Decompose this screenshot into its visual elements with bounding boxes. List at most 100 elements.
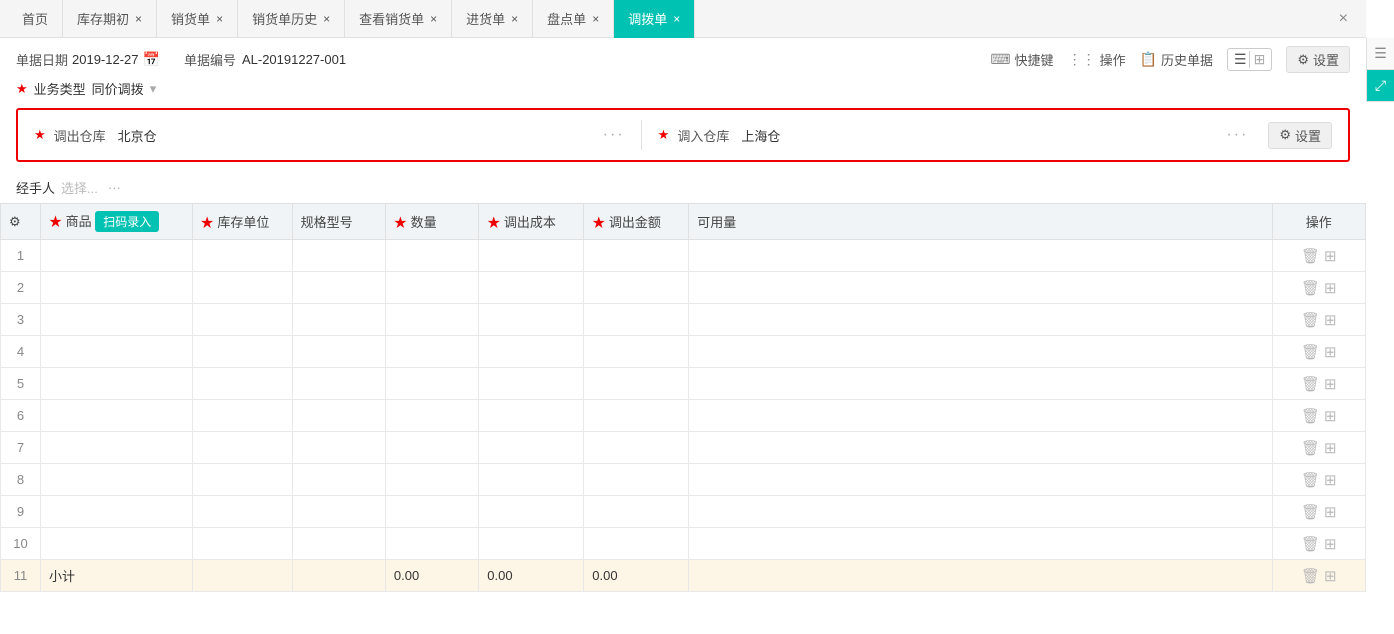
row-product-8[interactable] (41, 464, 193, 496)
row-qty-1[interactable] (385, 240, 478, 272)
copy-icon-3[interactable]: ⊞ (1324, 312, 1337, 329)
row-qty-11[interactable]: 0.00 (385, 560, 478, 592)
tab-sales-history[interactable]: 销货单历史 × (238, 0, 345, 38)
row-amount-1[interactable] (584, 240, 689, 272)
out-warehouse-more-btn[interactable]: ··· (603, 126, 625, 144)
row-cost-10[interactable] (479, 528, 584, 560)
copy-icon-8[interactable]: ⊞ (1324, 472, 1337, 489)
copy-icon-7[interactable]: ⊞ (1324, 440, 1337, 457)
row-product-1[interactable] (41, 240, 193, 272)
operations-btn[interactable]: ⋮⋮ 操作 (1068, 50, 1126, 69)
col-gear[interactable]: ⚙ (1, 204, 41, 240)
copy-icon-9[interactable]: ⊞ (1324, 504, 1337, 521)
tab-close-inventory[interactable]: × (592, 12, 599, 26)
row-product-6[interactable] (41, 400, 193, 432)
row-cost-8[interactable] (479, 464, 584, 496)
tab-purchase[interactable]: 进货单 × (452, 0, 533, 38)
copy-icon-10[interactable]: ⊞ (1324, 536, 1337, 553)
calendar-icon[interactable]: 📅 (143, 51, 160, 68)
row-product-3[interactable] (41, 304, 193, 336)
row-qty-7[interactable] (385, 432, 478, 464)
row-qty-3[interactable] (385, 304, 478, 336)
in-warehouse-more-btn[interactable]: ··· (1226, 126, 1248, 144)
delete-icon-11[interactable]: 🗑 (1301, 568, 1320, 585)
row-amount-10[interactable] (584, 528, 689, 560)
row-amount-2[interactable] (584, 272, 689, 304)
row-amount-8[interactable] (584, 464, 689, 496)
tab-close-sales-history[interactable]: × (323, 12, 330, 26)
row-cost-6[interactable] (479, 400, 584, 432)
tab-bar-close[interactable]: × (1329, 10, 1358, 28)
sidebar-expand-icon[interactable]: ⤢ (1367, 70, 1394, 102)
row-qty-9[interactable] (385, 496, 478, 528)
copy-icon-11[interactable]: ⊞ (1324, 568, 1337, 585)
delete-icon-6[interactable]: 🗑 (1301, 408, 1320, 425)
tab-close-sales-order[interactable]: × (216, 12, 223, 26)
copy-icon-4[interactable]: ⊞ (1324, 344, 1337, 361)
delete-icon-3[interactable]: 🗑 (1301, 312, 1320, 329)
sidebar-list-icon[interactable]: ☰ (1367, 38, 1394, 70)
delete-icon-10[interactable]: 🗑 (1301, 536, 1320, 553)
row-cost-4[interactable] (479, 336, 584, 368)
tab-close-purchase[interactable]: × (511, 12, 518, 26)
layout-toggle[interactable]: ☰ ⊞ (1227, 48, 1272, 71)
row-product-4[interactable] (41, 336, 193, 368)
row-cost-9[interactable] (479, 496, 584, 528)
delete-icon-2[interactable]: 🗑 (1301, 280, 1320, 297)
biz-select[interactable]: 同价调拨 ▾ (92, 79, 157, 98)
row-cost-3[interactable] (479, 304, 584, 336)
tab-sales-order[interactable]: 销货单 × (157, 0, 238, 38)
row-product-9[interactable] (41, 496, 193, 528)
row-product-11[interactable]: 小计 (41, 560, 193, 592)
history-btn[interactable]: 📋 历史单据 (1140, 50, 1213, 69)
shortcuts-btn[interactable]: ⌨ 快捷键 (990, 50, 1053, 69)
row-amount-5[interactable] (584, 368, 689, 400)
row-product-10[interactable] (41, 528, 193, 560)
row-amount-9[interactable] (584, 496, 689, 528)
tab-home[interactable]: 首页 (8, 0, 63, 38)
row-amount-4[interactable] (584, 336, 689, 368)
delete-icon-5[interactable]: 🗑 (1301, 376, 1320, 393)
warehouse-settings-btn[interactable]: ⚙ 设置 (1268, 122, 1332, 149)
row-qty-5[interactable] (385, 368, 478, 400)
row-cost-7[interactable] (479, 432, 584, 464)
copy-icon-2[interactable]: ⊞ (1324, 280, 1337, 297)
row-product-2[interactable] (41, 272, 193, 304)
row-cost-11[interactable]: 0.00 (479, 560, 584, 592)
delete-icon-9[interactable]: 🗑 (1301, 504, 1320, 521)
delete-icon-7[interactable]: 🗑 (1301, 440, 1320, 457)
copy-icon-1[interactable]: ⊞ (1324, 248, 1337, 265)
row-qty-10[interactable] (385, 528, 478, 560)
row-product-5[interactable] (41, 368, 193, 400)
row-cost-5[interactable] (479, 368, 584, 400)
tab-inventory-init[interactable]: 库存期初 × (63, 0, 157, 38)
row-amount-7[interactable] (584, 432, 689, 464)
copy-icon-5[interactable]: ⊞ (1324, 376, 1337, 393)
handler-input[interactable]: 选择... (61, 178, 98, 197)
tab-transfer[interactable]: 调拨单 × (614, 0, 695, 38)
tab-close-inventory-init[interactable]: × (135, 12, 142, 26)
tab-close-transfer[interactable]: × (673, 12, 680, 26)
tab-close-check-sales[interactable]: × (430, 12, 437, 26)
settings-btn[interactable]: ⚙ 设置 (1286, 46, 1350, 73)
row-qty-4[interactable] (385, 336, 478, 368)
row-cost-2[interactable] (479, 272, 584, 304)
delete-icon-1[interactable]: 🗑 (1301, 248, 1320, 265)
copy-icon-6[interactable]: ⊞ (1324, 408, 1337, 425)
scan-btn[interactable]: 扫码录入 (95, 211, 159, 232)
tab-inventory[interactable]: 盘点单 × (533, 0, 614, 38)
handler-more-btn[interactable]: ··· (108, 180, 121, 195)
row-qty-6[interactable] (385, 400, 478, 432)
row-cost-1[interactable] (479, 240, 584, 272)
row-amount-3[interactable] (584, 304, 689, 336)
row-product-7[interactable] (41, 432, 193, 464)
row-amount-6[interactable] (584, 400, 689, 432)
chevron-down-icon: ▾ (150, 81, 157, 97)
delete-icon-4[interactable]: 🗑 (1301, 344, 1320, 361)
operations-icon: ⋮⋮ (1068, 51, 1096, 68)
delete-icon-8[interactable]: 🗑 (1301, 472, 1320, 489)
row-qty-8[interactable] (385, 464, 478, 496)
row-amount-11[interactable]: 0.00 (584, 560, 689, 592)
row-qty-2[interactable] (385, 272, 478, 304)
tab-check-sales[interactable]: 查看销货单 × (345, 0, 452, 38)
